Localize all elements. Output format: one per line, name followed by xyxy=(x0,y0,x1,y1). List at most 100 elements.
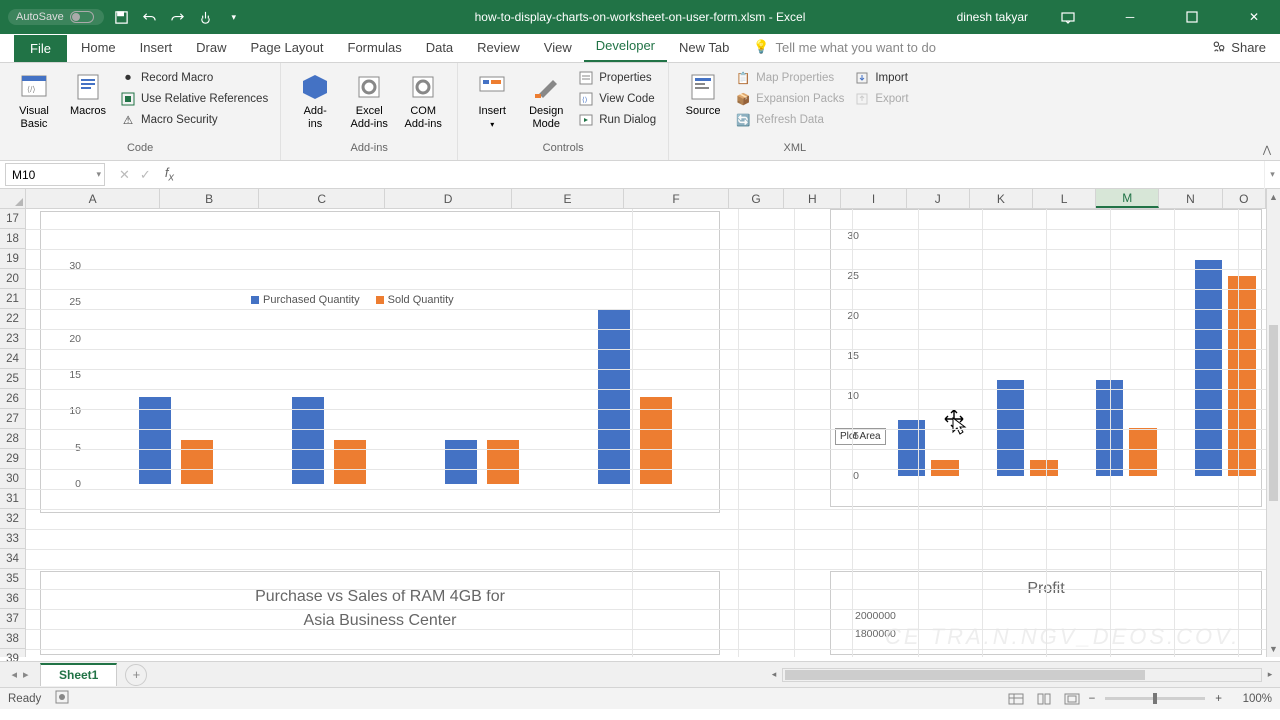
row-header[interactable]: 22 xyxy=(0,309,25,329)
import-button[interactable]: Import xyxy=(852,69,910,87)
column-header[interactable]: L xyxy=(1033,189,1096,208)
vscroll-thumb[interactable] xyxy=(1269,325,1278,501)
view-normal-icon[interactable] xyxy=(1005,690,1027,708)
tab-formulas[interactable]: Formulas xyxy=(336,34,414,62)
name-box-dropdown-icon[interactable]: ▾ xyxy=(96,169,101,180)
tab-file[interactable]: File xyxy=(14,35,67,62)
column-header[interactable]: O xyxy=(1223,189,1266,208)
row-header[interactable]: 37 xyxy=(0,609,25,629)
export-button[interactable]: Export xyxy=(852,90,910,108)
scroll-down-icon[interactable]: ▼ xyxy=(1267,641,1280,657)
column-header[interactable]: G xyxy=(729,189,784,208)
grid[interactable]: Purchased Quantity Sold Quantity 0510152… xyxy=(26,209,1266,657)
tab-draw[interactable]: Draw xyxy=(184,34,238,62)
design-mode-button[interactable]: Design Mode xyxy=(522,67,570,142)
view-page-break-icon[interactable] xyxy=(1061,690,1083,708)
row-header[interactable]: 17 xyxy=(0,209,25,229)
sheet-tab-active[interactable]: Sheet1 xyxy=(40,663,117,686)
tab-data[interactable]: Data xyxy=(414,34,465,62)
tab-view[interactable]: View xyxy=(532,34,584,62)
touch-mode-icon[interactable] xyxy=(196,7,216,27)
run-dialog-button[interactable]: Run Dialog xyxy=(576,111,658,129)
row-header[interactable]: 23 xyxy=(0,329,25,349)
view-code-button[interactable]: ⟨⟩View Code xyxy=(576,90,658,108)
sheet-nav-prev-icon[interactable]: ◂ xyxy=(11,668,17,681)
column-header[interactable]: J xyxy=(907,189,970,208)
formula-input[interactable] xyxy=(180,163,1260,186)
tab-tellme[interactable]: 💡 Tell me what you want to do xyxy=(741,33,948,62)
horizontal-scrollbar[interactable]: ◂ ▸ xyxy=(147,668,1280,682)
record-macro-button[interactable]: ⏺Record Macro xyxy=(118,69,270,87)
vertical-scrollbar[interactable]: ▲ ▼ xyxy=(1266,189,1280,657)
tab-home[interactable]: Home xyxy=(69,34,128,62)
macro-record-status-icon[interactable] xyxy=(55,690,69,707)
row-header[interactable]: 34 xyxy=(0,549,25,569)
select-all-button[interactable] xyxy=(0,189,26,209)
source-button[interactable]: Source xyxy=(679,67,727,142)
insert-control-button[interactable]: Insert▾ xyxy=(468,67,516,142)
row-header[interactable]: 24 xyxy=(0,349,25,369)
macro-security-button[interactable]: ⚠Macro Security xyxy=(118,111,270,129)
ribbon-options-icon[interactable] xyxy=(1046,0,1090,34)
row-header[interactable]: 30 xyxy=(0,469,25,489)
qat-more-icon[interactable]: ▾ xyxy=(224,7,244,27)
tab-insert[interactable]: Insert xyxy=(128,34,185,62)
zoom-in-icon[interactable]: + xyxy=(1215,693,1222,705)
scroll-up-icon[interactable]: ▲ xyxy=(1267,189,1280,205)
share-button[interactable]: Share xyxy=(1198,33,1280,62)
row-header[interactable]: 27 xyxy=(0,409,25,429)
minimize-icon[interactable]: ─ xyxy=(1108,0,1152,34)
row-header[interactable]: 29 xyxy=(0,449,25,469)
sheet-nav-next-icon[interactable]: ▸ xyxy=(23,668,29,681)
add-sheet-button[interactable]: + xyxy=(125,664,147,686)
row-header[interactable]: 38 xyxy=(0,629,25,649)
column-header[interactable]: C xyxy=(259,189,385,208)
hscroll-thumb[interactable] xyxy=(785,670,1145,680)
column-header[interactable]: K xyxy=(970,189,1033,208)
row-header[interactable]: 21 xyxy=(0,289,25,309)
undo-icon[interactable] xyxy=(140,7,160,27)
collapse-ribbon-icon[interactable]: ⋀ xyxy=(1260,145,1274,156)
column-header[interactable]: D xyxy=(385,189,511,208)
row-header[interactable]: 31 xyxy=(0,489,25,509)
chart-lower-left[interactable]: Purchase vs Sales of RAM 4GB for Asia Bu… xyxy=(40,571,720,655)
redo-icon[interactable] xyxy=(168,7,188,27)
addins-button[interactable]: Add- ins xyxy=(291,67,339,142)
sheet-nav[interactable]: ◂▸ xyxy=(0,668,40,681)
macros-button[interactable]: Macros xyxy=(64,67,112,142)
zoom-out-icon[interactable]: − xyxy=(1089,693,1096,705)
row-header[interactable]: 26 xyxy=(0,389,25,409)
chart-purchase-vs-sales-left[interactable]: Purchased Quantity Sold Quantity 0510152… xyxy=(40,211,720,513)
tab-developer[interactable]: Developer xyxy=(584,32,667,62)
name-box[interactable]: M10 ▾ xyxy=(5,163,105,186)
row-header[interactable]: 32 xyxy=(0,509,25,529)
hscroll-track[interactable] xyxy=(782,668,1262,682)
column-header[interactable]: E xyxy=(512,189,625,208)
use-relative-button[interactable]: Use Relative References xyxy=(118,90,270,108)
hscroll-left-icon[interactable]: ◂ xyxy=(766,669,782,680)
row-header[interactable]: 20 xyxy=(0,269,25,289)
column-header[interactable]: F xyxy=(624,189,729,208)
formula-expand-icon[interactable]: ▾ xyxy=(1264,161,1280,189)
map-properties-button[interactable]: 📋Map Properties xyxy=(733,69,846,87)
fx-icon[interactable]: fx xyxy=(165,165,180,184)
tab-review[interactable]: Review xyxy=(465,34,532,62)
close-icon[interactable]: ✕ xyxy=(1232,0,1276,34)
zoom-slider[interactable] xyxy=(1105,697,1205,700)
row-header[interactable]: 36 xyxy=(0,589,25,609)
maximize-icon[interactable] xyxy=(1170,0,1214,34)
row-header[interactable]: 25 xyxy=(0,369,25,389)
excel-addins-button[interactable]: Excel Add-ins xyxy=(345,67,393,142)
cancel-formula-icon[interactable]: ✕ xyxy=(119,167,130,183)
tab-new-tab[interactable]: New Tab xyxy=(667,34,741,62)
column-header[interactable]: I xyxy=(841,189,906,208)
column-header[interactable]: M xyxy=(1096,189,1159,208)
visual-basic-button[interactable]: ⟨/⟩ Visual Basic xyxy=(10,67,58,142)
row-header[interactable]: 35 xyxy=(0,569,25,589)
username-label[interactable]: dinesh takyar xyxy=(957,10,1028,24)
tab-page-layout[interactable]: Page Layout xyxy=(239,34,336,62)
zoom-level[interactable]: 100% xyxy=(1228,693,1272,705)
column-header[interactable]: N xyxy=(1159,189,1222,208)
view-page-layout-icon[interactable] xyxy=(1033,690,1055,708)
row-header[interactable]: 28 xyxy=(0,429,25,449)
